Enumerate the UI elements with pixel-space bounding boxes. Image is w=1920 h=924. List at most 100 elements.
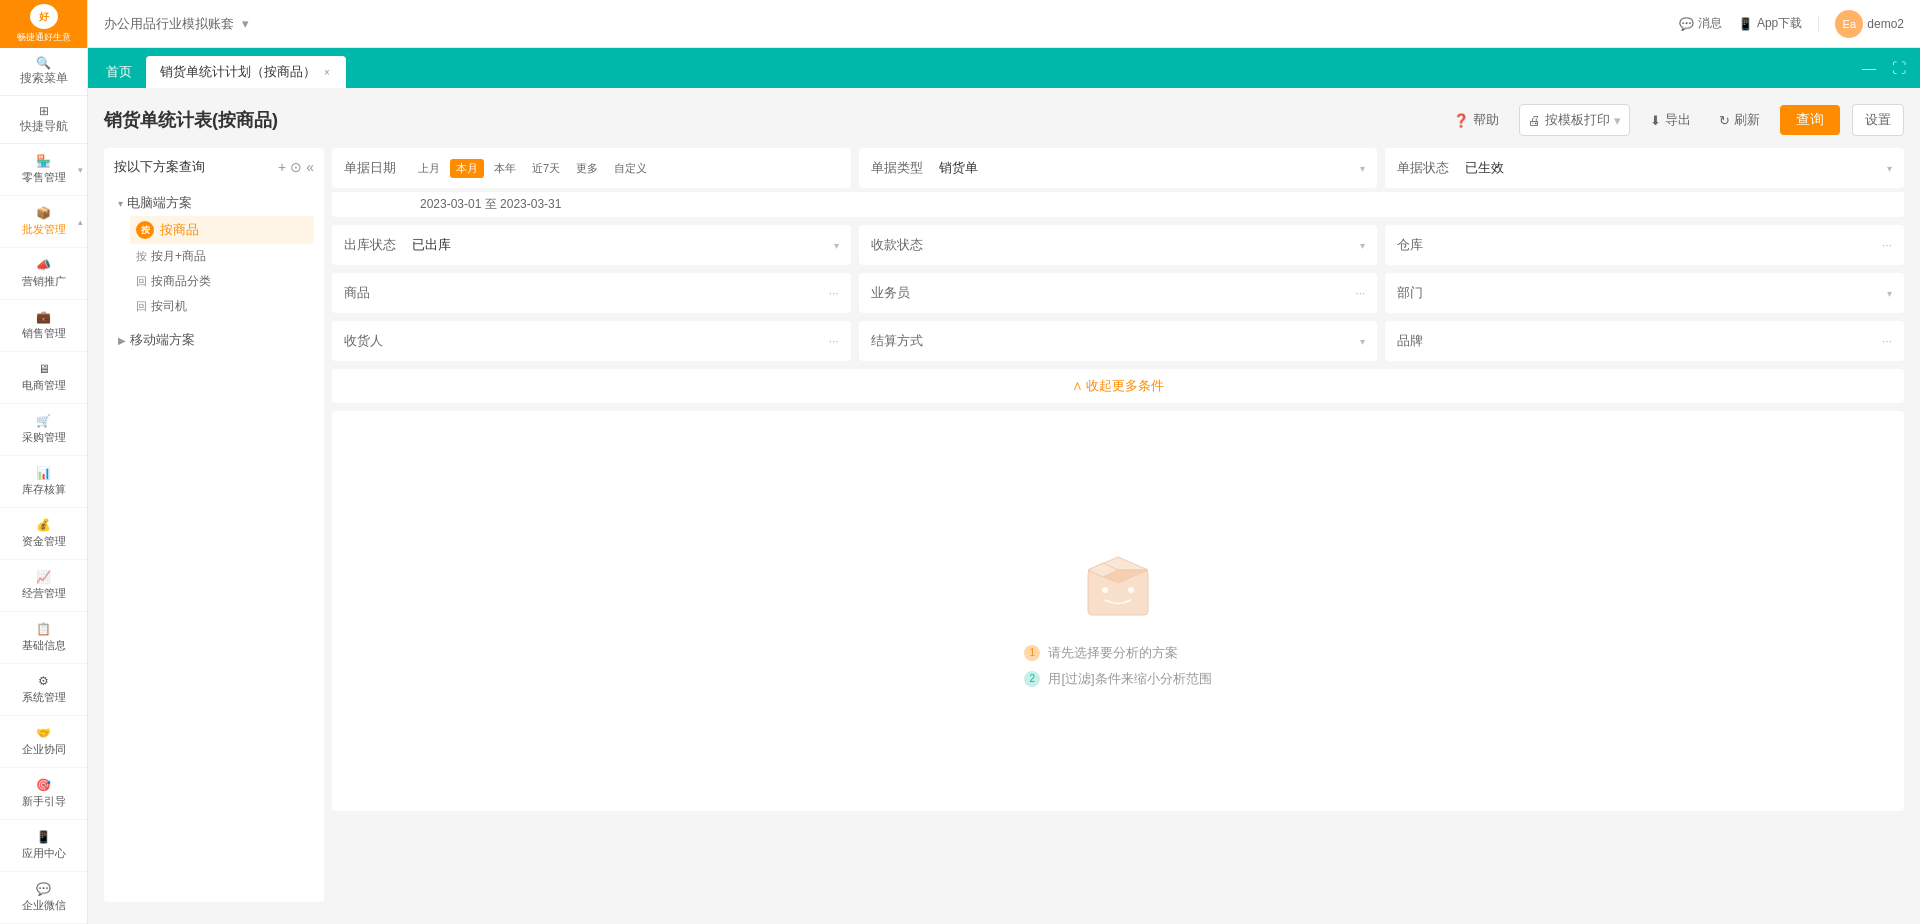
scheme-by-product[interactable]: 按 按商品 bbox=[130, 216, 314, 244]
doc-status-dropdown[interactable]: 已生效 ▾ bbox=[1465, 159, 1892, 177]
tab-home[interactable]: 首页 bbox=[92, 56, 146, 88]
purchase-icon: 🛒 bbox=[36, 414, 51, 428]
tab-active[interactable]: 销货单统计计划（按商品） × bbox=[146, 56, 346, 88]
empty-illustration bbox=[1063, 535, 1173, 628]
shortcut-this-month[interactable]: 本月 bbox=[450, 159, 484, 178]
sidebar-item-basics[interactable]: 📋 基础信息 bbox=[0, 612, 87, 664]
print-button[interactable]: 🖨 按模板打印 ▾ bbox=[1519, 104, 1630, 136]
user-profile-button[interactable]: Ea demo2 bbox=[1835, 10, 1904, 38]
shortcut-custom[interactable]: 自定义 bbox=[608, 159, 653, 178]
filter-date: 单据日期 上月 本月 本年 近7天 更多 自定义 bbox=[332, 148, 851, 188]
query-button[interactable]: 查询 bbox=[1780, 105, 1840, 135]
filter-sidebar: 按以下方案查询 + ⊙ « ▾ 电脑端方案 按 按 bbox=[104, 148, 324, 902]
collapse-bar[interactable]: ∧ 收起更多条件 bbox=[332, 369, 1904, 403]
mobile-group: ▶ 移动端方案 bbox=[114, 323, 314, 357]
refresh-button[interactable]: ↻ 刷新 bbox=[1711, 107, 1768, 133]
sidebar-item-wholesale[interactable]: 📦 批发管理 ▴ bbox=[0, 196, 87, 248]
doc-type-value: 销货单 bbox=[939, 159, 978, 177]
salesperson-dots[interactable]: ··· bbox=[939, 286, 1366, 300]
sidebar-item-label: 系统管理 bbox=[22, 690, 66, 705]
chevron-down-icon: ▾ bbox=[1887, 288, 1892, 299]
dots-icon[interactable]: ··· bbox=[1355, 286, 1365, 300]
warehouse-dots[interactable]: ··· bbox=[1465, 238, 1892, 252]
filter-warehouse: 仓库 ··· bbox=[1385, 225, 1904, 265]
doc-type-dropdown[interactable]: 销货单 ▾ bbox=[939, 159, 1366, 177]
sidebar-item-ecommerce[interactable]: 🖥 电商管理 bbox=[0, 352, 87, 404]
scheme-label: 按司机 bbox=[151, 298, 187, 315]
date-range-value: 2023-03-01 至 2023-03-31 bbox=[420, 196, 561, 213]
app-logo: 好 畅捷通好生意 bbox=[0, 0, 87, 48]
scheme-label: 按月+商品 bbox=[151, 248, 206, 265]
department-dropdown[interactable]: ▾ bbox=[1465, 288, 1892, 299]
shortcut-last-month[interactable]: 上月 bbox=[412, 159, 446, 178]
query-label: 查询 bbox=[1796, 111, 1824, 129]
sidebar-item-finance[interactable]: 💰 资金管理 bbox=[0, 508, 87, 560]
gear-icon: ⚙ bbox=[38, 674, 49, 688]
sidebar-item-app-center[interactable]: 📱 应用中心 bbox=[0, 820, 87, 872]
dots-icon[interactable]: ··· bbox=[1882, 238, 1892, 252]
sidebar-item-quick-nav[interactable]: ⊞ 快捷导航 bbox=[0, 96, 87, 144]
brand-dots[interactable]: ··· bbox=[1465, 334, 1892, 348]
tab-maximize-icon[interactable]: ⛶ bbox=[1886, 56, 1912, 80]
filter-sidebar-title: 按以下方案查询 bbox=[114, 158, 205, 176]
main-area: 办公用品行业模拟账套 ▾ 💬 消息 📱 App下载 Ea demo2 首页 bbox=[88, 0, 1920, 924]
settings-button[interactable]: 设置 bbox=[1852, 104, 1904, 136]
export-button[interactable]: ⬇ 导出 bbox=[1642, 107, 1699, 133]
date-range-row: 2023-03-01 至 2023-03-31 bbox=[332, 192, 1904, 217]
tab-close-icon[interactable]: × bbox=[322, 66, 332, 79]
shortcut-more[interactable]: 更多 bbox=[570, 159, 604, 178]
stock-out-label: 出库状态 bbox=[344, 236, 404, 254]
sidebar-item-guide[interactable]: 🎯 新手引导 bbox=[0, 768, 87, 820]
empty-state: 1 请先选择要分析的方案 2 用[过滤]条件来缩小分析范围 bbox=[332, 411, 1904, 811]
sidebar-item-label: 资金管理 bbox=[22, 534, 66, 549]
scheme-by-month-product[interactable]: 按 按月+商品 bbox=[130, 244, 314, 269]
payment-dropdown[interactable]: ▾ bbox=[939, 240, 1366, 251]
sidebar-item-system[interactable]: ⚙ 系统管理 bbox=[0, 664, 87, 716]
stock-out-value: 已出库 bbox=[412, 236, 451, 254]
scheme-by-printer[interactable]: 回 按司机 bbox=[130, 294, 314, 319]
add-scheme-button[interactable]: + bbox=[278, 159, 286, 175]
sidebar-item-purchase[interactable]: 🛒 采购管理 bbox=[0, 404, 87, 456]
collapse-sidebar-button[interactable]: « bbox=[306, 159, 314, 175]
app-name: 畅捷通好生意 bbox=[17, 31, 71, 44]
sidebar-item-retail[interactable]: 🏪 零售管理 ▾ bbox=[0, 144, 87, 196]
mobile-group-header[interactable]: ▶ 移动端方案 bbox=[114, 327, 314, 353]
desktop-group-header[interactable]: ▾ 电脑端方案 bbox=[114, 190, 314, 216]
nav-icon: ⊞ bbox=[6, 104, 81, 118]
message-icon: 💬 bbox=[1679, 17, 1694, 31]
print-dropdown-icon: ▾ bbox=[1614, 113, 1621, 128]
message-button[interactable]: 💬 消息 bbox=[1679, 15, 1722, 32]
recipient-label: 收货人 bbox=[344, 332, 404, 350]
tab-minimize-icon[interactable]: — bbox=[1856, 56, 1882, 80]
shortcut-this-year[interactable]: 本年 bbox=[488, 159, 522, 178]
sidebar-item-operations[interactable]: 📈 经营管理 bbox=[0, 560, 87, 612]
scheme-by-category[interactable]: 回 按商品分类 bbox=[130, 269, 314, 294]
ecommerce-icon: 🖥 bbox=[38, 362, 50, 376]
search-icon: 🔍 bbox=[6, 56, 81, 70]
stock-out-dropdown[interactable]: 已出库 ▾ bbox=[412, 236, 839, 254]
sidebar-item-sales[interactable]: 💼 销售管理 bbox=[0, 300, 87, 352]
edit-scheme-button[interactable]: ⊙ bbox=[290, 159, 302, 175]
download-icon: 📱 bbox=[1738, 17, 1753, 31]
recipient-dots[interactable]: ··· bbox=[412, 334, 839, 348]
app-download-button[interactable]: 📱 App下载 bbox=[1738, 15, 1802, 32]
finance-icon: 💰 bbox=[36, 518, 51, 532]
product-dots[interactable]: ··· bbox=[412, 286, 839, 300]
settlement-label: 结算方式 bbox=[871, 332, 931, 350]
dots-icon[interactable]: ··· bbox=[829, 286, 839, 300]
sidebar-item-marketing[interactable]: 📣 营销推广 bbox=[0, 248, 87, 300]
industry-dropdown-icon[interactable]: ▾ bbox=[242, 16, 249, 31]
retail-icon: 🏪 bbox=[36, 154, 51, 168]
help-button[interactable]: ❓ 帮助 bbox=[1445, 107, 1507, 133]
shortcut-7days[interactable]: 近7天 bbox=[526, 159, 566, 178]
settlement-dropdown[interactable]: ▾ bbox=[939, 336, 1366, 347]
content-layout: 按以下方案查询 + ⊙ « ▾ 电脑端方案 按 按 bbox=[104, 148, 1904, 902]
sidebar-item-enterprise[interactable]: 🤝 企业协同 bbox=[0, 716, 87, 768]
dots-icon[interactable]: ··· bbox=[829, 334, 839, 348]
dots-icon[interactable]: ··· bbox=[1882, 334, 1892, 348]
home-tab-label: 首页 bbox=[106, 63, 132, 81]
sidebar-item-search-menu[interactable]: 🔍 搜索菜单 bbox=[0, 48, 87, 96]
sidebar-item-label: 搜索菜单 bbox=[6, 70, 81, 87]
sidebar-item-inventory[interactable]: 📊 库存核算 bbox=[0, 456, 87, 508]
sidebar-item-wechat[interactable]: 💬 企业微信 bbox=[0, 872, 87, 924]
